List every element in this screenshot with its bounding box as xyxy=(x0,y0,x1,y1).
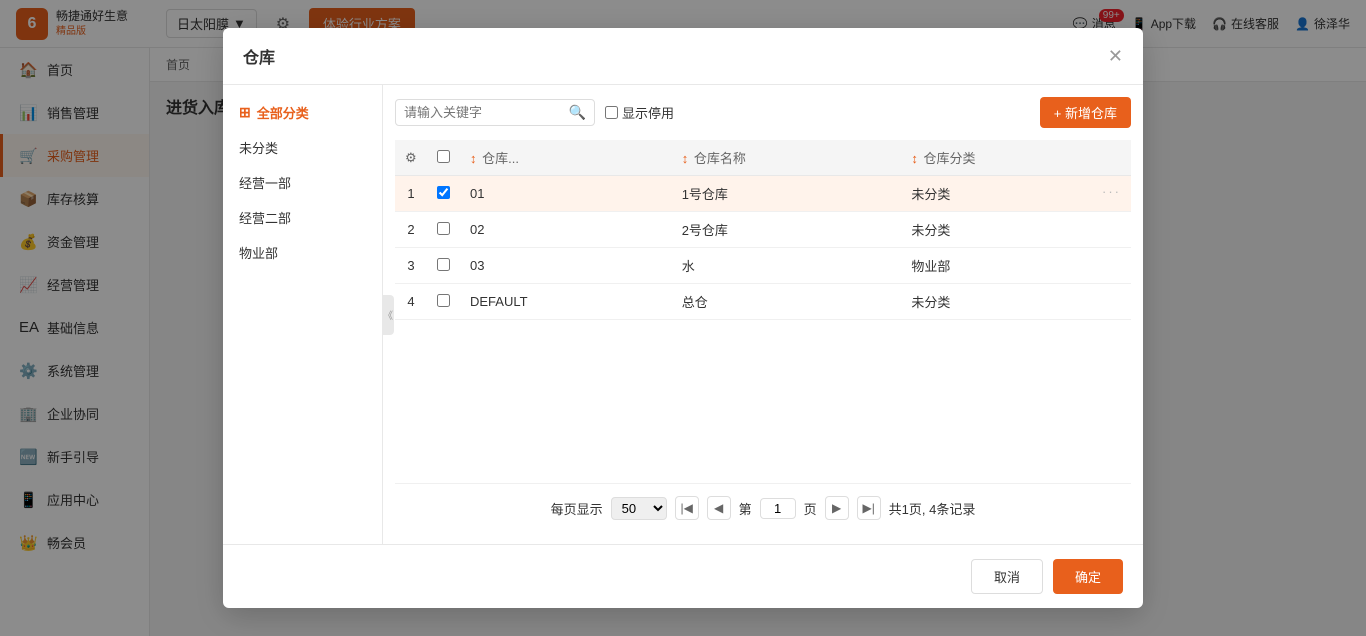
row-code: 02 xyxy=(460,212,672,248)
sort-code-icon: ↕ xyxy=(470,151,477,166)
grid-icon: ⊞ xyxy=(239,104,251,121)
row-checkbox[interactable] xyxy=(437,258,450,271)
page-number-input[interactable] xyxy=(760,498,796,519)
add-warehouse-button[interactable]: + 新增仓库 xyxy=(1040,97,1131,128)
category-item-dept2[interactable]: 经营二部 xyxy=(223,200,382,235)
pagination-bar: 每页显示 50 100 |◀ ◀ 第 页 ▶ ▶| 共1页, 4条记录 xyxy=(395,483,1131,532)
table-row[interactable]: 2 02 2号仓库 未分类 xyxy=(395,212,1131,248)
category-item-dept1[interactable]: 经营一部 xyxy=(223,165,382,200)
warehouse-modal: 仓库 ✕ 《 ⊞ 全部分类 未分类 经营一部 经营二部 xyxy=(223,28,1143,608)
category-panel: 《 ⊞ 全部分类 未分类 经营一部 经营二部 物业部 xyxy=(223,85,383,544)
modal-body: 《 ⊞ 全部分类 未分类 经营一部 经营二部 物业部 xyxy=(223,85,1143,544)
select-all-checkbox[interactable] xyxy=(437,150,450,163)
modal-title: 仓库 xyxy=(243,44,275,68)
row-checkbox[interactable] xyxy=(437,186,450,199)
row-code: DEFAULT xyxy=(460,284,672,320)
table-row[interactable]: 3 03 水 物业部 xyxy=(395,248,1131,284)
th-checkbox xyxy=(427,140,460,176)
th-category: ↕ 仓库分类 xyxy=(901,140,1131,176)
row-index: 1 xyxy=(395,176,427,212)
row-checkbox[interactable] xyxy=(437,294,450,307)
row-category: 未分类··· xyxy=(901,176,1131,212)
row-index: 3 xyxy=(395,248,427,284)
row-category: 未分类 xyxy=(901,284,1131,320)
table-row[interactable]: 4 DEFAULT 总仓 未分类 xyxy=(395,284,1131,320)
first-page-button[interactable]: |◀ xyxy=(675,496,699,520)
confirm-button[interactable]: 确定 xyxy=(1053,559,1123,594)
next-page-button[interactable]: ▶ xyxy=(825,496,849,520)
row-name: 2号仓库 xyxy=(672,212,902,248)
table-header-row: ⚙ ↕ 仓库... ↕ 仓库名称 xyxy=(395,140,1131,176)
row-checkbox[interactable] xyxy=(437,222,450,235)
show-disabled-checkbox[interactable] xyxy=(605,106,618,119)
category-item-property[interactable]: 物业部 xyxy=(223,235,382,270)
search-icon: 🔍 xyxy=(569,104,586,121)
row-category: 物业部 xyxy=(901,248,1131,284)
modal-overlay: 仓库 ✕ 《 ⊞ 全部分类 未分类 经营一部 经营二部 xyxy=(0,0,1366,636)
row-index: 4 xyxy=(395,284,427,320)
table-panel: 🔍 显示停用 + 新增仓库 ⚙ xyxy=(383,85,1143,544)
last-page-button[interactable]: ▶| xyxy=(857,496,881,520)
th-code: ↕ 仓库... xyxy=(460,140,672,176)
row-index: 2 xyxy=(395,212,427,248)
sort-name-icon: ↕ xyxy=(682,151,689,166)
table-toolbar: 🔍 显示停用 + 新增仓库 xyxy=(395,97,1131,128)
search-input[interactable] xyxy=(404,105,569,120)
row-code: 01 xyxy=(460,176,672,212)
prev-page-button[interactable]: ◀ xyxy=(707,496,731,520)
page-size-select[interactable]: 50 100 xyxy=(611,497,667,520)
row-name: 水 xyxy=(672,248,902,284)
row-action-dots[interactable]: ··· xyxy=(1102,184,1121,199)
th-name: ↕ 仓库名称 xyxy=(672,140,902,176)
table-row[interactable]: 1 01 1号仓库 未分类··· xyxy=(395,176,1131,212)
collapse-button[interactable]: 《 xyxy=(382,295,394,335)
modal-header: 仓库 ✕ xyxy=(223,28,1143,85)
row-checkbox-cell xyxy=(427,284,460,320)
warehouse-table: ⚙ ↕ 仓库... ↕ 仓库名称 xyxy=(395,140,1131,320)
modal-footer: 取消 确定 xyxy=(223,544,1143,608)
row-name: 1号仓库 xyxy=(672,176,902,212)
search-input-wrap: 🔍 xyxy=(395,99,595,126)
modal-close-button[interactable]: ✕ xyxy=(1108,47,1123,65)
category-item-all[interactable]: ⊞ 全部分类 xyxy=(223,95,382,130)
row-checkbox-cell xyxy=(427,212,460,248)
category-item-uncat[interactable]: 未分类 xyxy=(223,130,382,165)
sort-category-icon: ↕ xyxy=(911,151,918,166)
cancel-button[interactable]: 取消 xyxy=(971,559,1043,594)
th-settings: ⚙ xyxy=(395,140,427,176)
row-checkbox-cell xyxy=(427,248,460,284)
show-disabled-label[interactable]: 显示停用 xyxy=(605,103,674,122)
row-code: 03 xyxy=(460,248,672,284)
row-category: 未分类 xyxy=(901,212,1131,248)
row-checkbox-cell xyxy=(427,176,460,212)
row-name: 总仓 xyxy=(672,284,902,320)
